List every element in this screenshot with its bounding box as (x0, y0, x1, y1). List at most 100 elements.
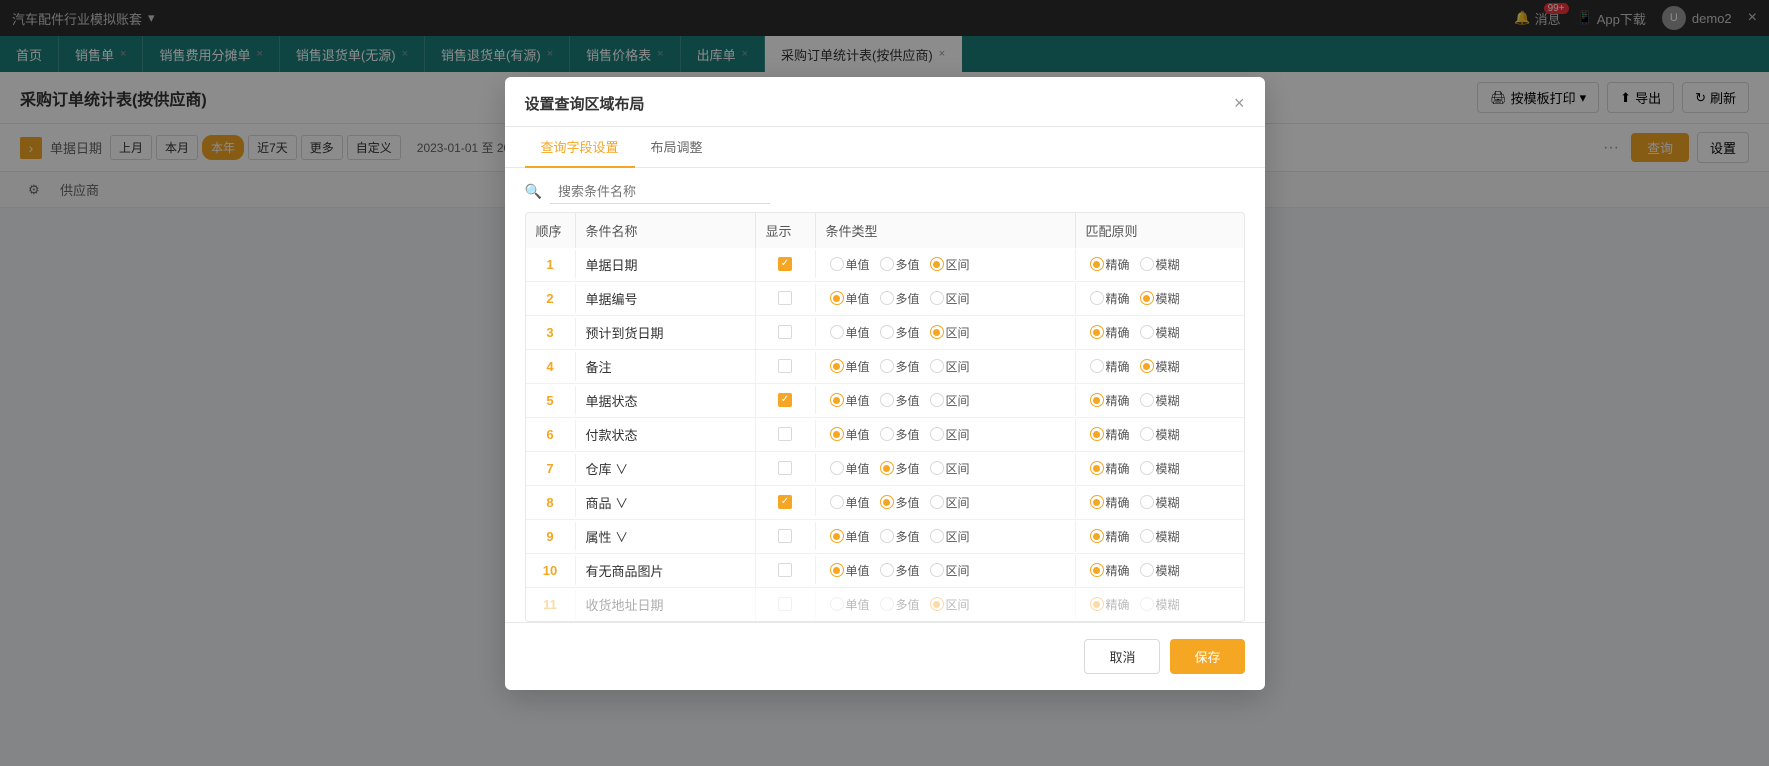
checkbox-9[interactable] (778, 563, 792, 577)
radio-dot-type-5-2 (930, 427, 944, 441)
dt-cell-check-6[interactable] (756, 454, 816, 482)
type-radio-8-0[interactable]: 单值 (826, 528, 874, 545)
match-radio-3-1[interactable]: 模糊 (1136, 358, 1184, 375)
type-radio-6-1[interactable]: 多值 (876, 460, 924, 477)
match-radio-4-0[interactable]: 精确 (1086, 392, 1134, 409)
type-radio-5-2[interactable]: 区间 (926, 426, 974, 443)
match-radio-4-1[interactable]: 模糊 (1136, 392, 1184, 409)
type-radio-1-0[interactable]: 单值 (826, 290, 874, 307)
checkbox-5[interactable] (778, 427, 792, 441)
cancel-button[interactable]: 取消 (1084, 639, 1160, 674)
match-radio-3-0[interactable]: 精确 (1086, 358, 1134, 375)
dt-cell-check-1[interactable] (756, 284, 816, 312)
dt-cell-check-2[interactable] (756, 318, 816, 346)
match-radio-0-1[interactable]: 模糊 (1136, 256, 1184, 273)
dt-cell-name-8[interactable]: 属性 ∨ (576, 520, 756, 553)
checkbox-1[interactable] (778, 291, 792, 305)
dt-cell-check-7[interactable] (756, 488, 816, 516)
match-radio-10-0[interactable]: 精确 (1086, 596, 1134, 613)
type-radio-6-2[interactable]: 区间 (926, 460, 974, 477)
match-radio-1-0[interactable]: 精确 (1086, 290, 1134, 307)
match-radio-5-0[interactable]: 精确 (1086, 426, 1134, 443)
dt-row-5: 6付款状态单值多值区间精确模糊 (526, 418, 1244, 452)
dt-row-0: 1单据日期单值多值区间精确模糊 (526, 248, 1244, 282)
checkbox-7[interactable] (778, 495, 792, 509)
dt-cell-check-4[interactable] (756, 386, 816, 414)
dialog-header: 设置查询区域布局 × (505, 77, 1265, 127)
dialog-tab-1[interactable]: 布局调整 (635, 127, 719, 168)
dt-cell-match-3: 精确模糊 (1076, 351, 1265, 382)
checkbox-2[interactable] (778, 325, 792, 339)
dialog-close-button[interactable]: × (1234, 93, 1245, 126)
match-radio-1-1[interactable]: 模糊 (1136, 290, 1184, 307)
type-radio-9-1[interactable]: 多值 (876, 562, 924, 579)
match-radio-9-0[interactable]: 精确 (1086, 562, 1134, 579)
dt-cell-check-9[interactable] (756, 556, 816, 584)
match-radio-9-1[interactable]: 模糊 (1136, 562, 1184, 579)
type-radio-6-0[interactable]: 单值 (826, 460, 874, 477)
radio-dot-match-4-0 (1090, 393, 1104, 407)
type-radio-7-2[interactable]: 区间 (926, 494, 974, 511)
match-radio-5-1[interactable]: 模糊 (1136, 426, 1184, 443)
type-radio-0-2[interactable]: 区间 (926, 256, 974, 273)
match-radio-7-0[interactable]: 精确 (1086, 494, 1134, 511)
type-radio-0-1[interactable]: 多值 (876, 256, 924, 273)
dt-cell-name-4: 单据状态 (576, 384, 756, 417)
type-radio-4-2[interactable]: 区间 (926, 392, 974, 409)
checkbox-4[interactable] (778, 393, 792, 407)
match-radio-10-1[interactable]: 模糊 (1136, 596, 1184, 613)
type-radio-5-1[interactable]: 多值 (876, 426, 924, 443)
checkbox-0[interactable] (778, 257, 792, 271)
match-radio-2-0[interactable]: 精确 (1086, 324, 1134, 341)
type-radio-10-0[interactable]: 单值 (826, 596, 874, 613)
type-radio-2-0[interactable]: 单值 (826, 324, 874, 341)
radio-dot-type-1-1 (880, 291, 894, 305)
dialog-tab-0[interactable]: 查询字段设置 (525, 127, 635, 168)
type-radio-5-0[interactable]: 单值 (826, 426, 874, 443)
match-radio-8-1[interactable]: 模糊 (1136, 528, 1184, 545)
dt-cell-check-3[interactable] (756, 352, 816, 380)
type-radio-9-2[interactable]: 区间 (926, 562, 974, 579)
type-radio-0-0[interactable]: 单值 (826, 256, 874, 273)
type-radio-10-1[interactable]: 多值 (876, 596, 924, 613)
type-radio-2-2[interactable]: 区间 (926, 324, 974, 341)
dt-cell-name-5: 付款状态 (576, 418, 756, 451)
checkbox-3[interactable] (778, 359, 792, 373)
dt-cell-check-0[interactable] (756, 250, 816, 278)
type-radio-4-1[interactable]: 多值 (876, 392, 924, 409)
type-radio-7-0[interactable]: 单值 (826, 494, 874, 511)
checkbox-10[interactable] (778, 597, 792, 611)
checkbox-6[interactable] (778, 461, 792, 475)
dt-cell-name-7[interactable]: 商品 ∨ (576, 486, 756, 519)
radio-dot-match-2-0 (1090, 325, 1104, 339)
match-radio-6-1[interactable]: 模糊 (1136, 460, 1184, 477)
type-radio-7-1[interactable]: 多值 (876, 494, 924, 511)
dt-cell-check-8[interactable] (756, 522, 816, 550)
search-input[interactable] (550, 180, 770, 204)
type-radio-8-2[interactable]: 区间 (926, 528, 974, 545)
match-radio-8-0[interactable]: 精确 (1086, 528, 1134, 545)
radio-dot-type-2-0 (830, 325, 844, 339)
type-radio-3-0[interactable]: 单值 (826, 358, 874, 375)
type-radio-3-1[interactable]: 多值 (876, 358, 924, 375)
dt-cell-check-5[interactable] (756, 420, 816, 448)
type-radio-9-0[interactable]: 单值 (826, 562, 874, 579)
type-radio-4-0[interactable]: 单值 (826, 392, 874, 409)
radio-dot-match-9-0 (1090, 563, 1104, 577)
type-radio-1-1[interactable]: 多值 (876, 290, 924, 307)
save-button[interactable]: 保存 (1170, 639, 1244, 674)
match-radio-6-0[interactable]: 精确 (1086, 460, 1134, 477)
type-radio-3-2[interactable]: 区间 (926, 358, 974, 375)
dt-cell-name-6[interactable]: 仓库 ∨ (576, 452, 756, 485)
search-icon: 🔍 (525, 183, 542, 200)
type-radio-10-2[interactable]: 区间 (926, 596, 974, 613)
type-radio-8-1[interactable]: 多值 (876, 528, 924, 545)
dt-cell-check-10[interactable] (756, 590, 816, 618)
match-radio-2-1[interactable]: 模糊 (1136, 324, 1184, 341)
radio-dot-type-1-0 (830, 291, 844, 305)
type-radio-2-1[interactable]: 多值 (876, 324, 924, 341)
match-radio-0-0[interactable]: 精确 (1086, 256, 1134, 273)
checkbox-8[interactable] (778, 529, 792, 543)
match-radio-7-1[interactable]: 模糊 (1136, 494, 1184, 511)
type-radio-1-2[interactable]: 区间 (926, 290, 974, 307)
